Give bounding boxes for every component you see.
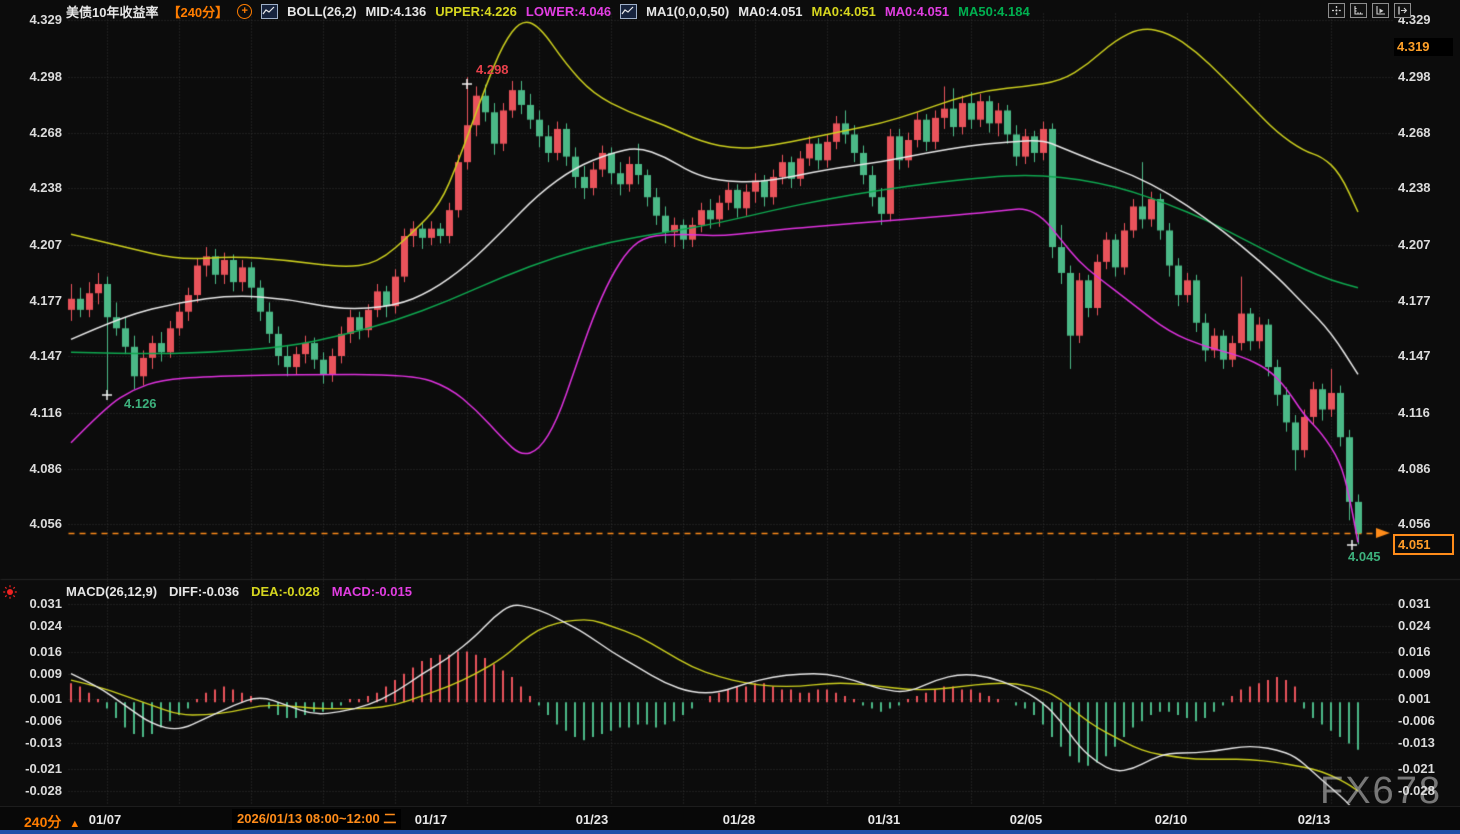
axis-scale-icon[interactable] [1350,3,1367,18]
price-axis-label: 4.177 [1398,292,1431,308]
pan-move-icon[interactable] [1328,3,1345,18]
bottom-accent-strip [0,830,1460,834]
up-triangle-icon: ▲ [69,818,81,830]
time-axis-tick: 01/07 [88,812,122,827]
price-axis-label: 4.116 [30,405,62,421]
ma50-value: MA50:4.184 [958,4,1030,19]
open-price-tag: 4.319 [1394,38,1453,56]
price-axis-label: 4.238 [29,180,62,195]
indicator-chart-icon[interactable] [261,4,279,19]
price-axis-label: 4.086 [29,460,62,476]
time-axis-tick: 01/23 [575,812,609,827]
price-axis-label: 4.147 [29,348,62,363]
macd-axis-label: -0.006 [25,713,62,729]
macd-axis-label: 0.016 [1398,643,1431,659]
axis-scale-play-icon[interactable] [1372,3,1389,18]
macd-axis-label: 0.009 [29,665,62,681]
price-axis-label: 4.056 [29,516,62,531]
macd-label[interactable]: MACD(26,12,9) [66,584,157,599]
macd-axis-label: -0.013 [25,735,62,751]
price-axis-label: 4.086 [1398,460,1431,476]
price-axis-label: 4.116 [1398,405,1430,421]
time-axis-bar: 240分 ▲ 2026/01/13 08:00~12:00 二 01/07 01/1… [0,806,1460,831]
price-pane-header: 美债10年收益率 【240分】 + BOLL(26,2) MID:4.136 U… [66,2,1030,21]
boll-mid-value: MID:4.136 [365,4,427,19]
selected-candle-time: 2026/01/13 08:00~12:00 二 [232,809,402,829]
macd-axis-label: 0.024 [1398,618,1431,634]
ma0-value-2: MA0:4.051 [811,4,876,19]
boll-upper-value: UPPER:4.226 [435,4,517,19]
macd-axis-label: 0.009 [1398,665,1431,681]
time-axis-tick: 01/31 [867,812,901,827]
price-axis-label: 4.329 [29,12,62,27]
time-axis-tick: 01/17 [414,812,448,827]
price-axis-label: 4.056 [1398,516,1431,531]
macd-dea-value: DEA:-0.028 [251,584,320,599]
macd-axis-label: 0.016 [29,643,62,659]
macd-diff-value: DIFF:-0.036 [169,584,240,599]
boll-label[interactable]: BOLL(26,2) [287,4,356,19]
ma-label[interactable]: MA1(0,0,0,50) [646,4,729,19]
last-low-annotation: 4.045 [1348,549,1381,564]
price-axis-label: 4.147 [1398,348,1431,363]
chart-canvas[interactable] [0,0,1460,834]
period-tag[interactable]: 【240分】 [167,2,228,21]
macd-axis-label: -0.021 [1398,760,1435,776]
time-axis-tick: 01/28 [722,812,756,827]
macd-axis-label: -0.021 [25,760,62,776]
macd-axis-label: -0.028 [1398,783,1435,798]
trading-chart-app: 美债10年收益率 【240分】 + BOLL(26,2) MID:4.136 U… [0,0,1460,834]
high-annotation: 4.298 [476,62,509,77]
price-axis-label: 4.177 [29,292,62,308]
macd-axis-label: -0.006 [1398,713,1435,729]
macd-axis-label: 0.001 [1398,691,1431,707]
last-price-tag: 4.051 [1393,534,1454,555]
macd-axis-label: 0.001 [29,691,62,707]
price-axis-label: 4.298 [29,69,62,85]
price-axis-label: 4.298 [1398,69,1431,85]
indicator-chart-icon[interactable] [620,4,638,19]
alarm-dot-icon[interactable] [2,584,18,605]
price-axis-label: 4.268 [29,124,62,140]
time-axis-tick: 02/13 [1297,812,1331,827]
chart-toolbar [1328,3,1411,18]
price-axis-label: 4.207 [29,237,62,253]
time-axis-tick: 02/05 [1009,812,1043,827]
add-indicator-icon[interactable]: + [237,4,253,19]
low-annotation: 4.126 [124,396,157,411]
instrument-title: 美债10年收益率 [66,5,159,20]
boll-lower-value: LOWER:4.046 [525,4,612,19]
macd-axis-label: -0.013 [1398,735,1435,751]
ma0-value-1: MA0:4.051 [738,4,803,19]
price-axis-label: 4.238 [1398,180,1431,195]
macd-axis-label: -0.028 [25,783,62,798]
price-axis-label: 4.268 [1398,124,1431,140]
price-axis-label: 4.207 [1398,237,1431,253]
period-selector[interactable]: 240分 ▲ [24,812,80,832]
macd-pane-header: MACD(26,12,9) DIFF:-0.036 DEA:-0.028 MAC… [66,584,412,599]
time-axis-tick: 02/10 [1154,812,1188,827]
macd-axis-label: 0.031 [1398,596,1431,611]
macd-axis-label: 0.024 [29,618,62,634]
collapse-panel-icon[interactable] [1394,3,1411,18]
macd-macd-value: MACD:-0.015 [331,584,412,599]
ma0-value-3: MA0:4.051 [884,4,950,19]
